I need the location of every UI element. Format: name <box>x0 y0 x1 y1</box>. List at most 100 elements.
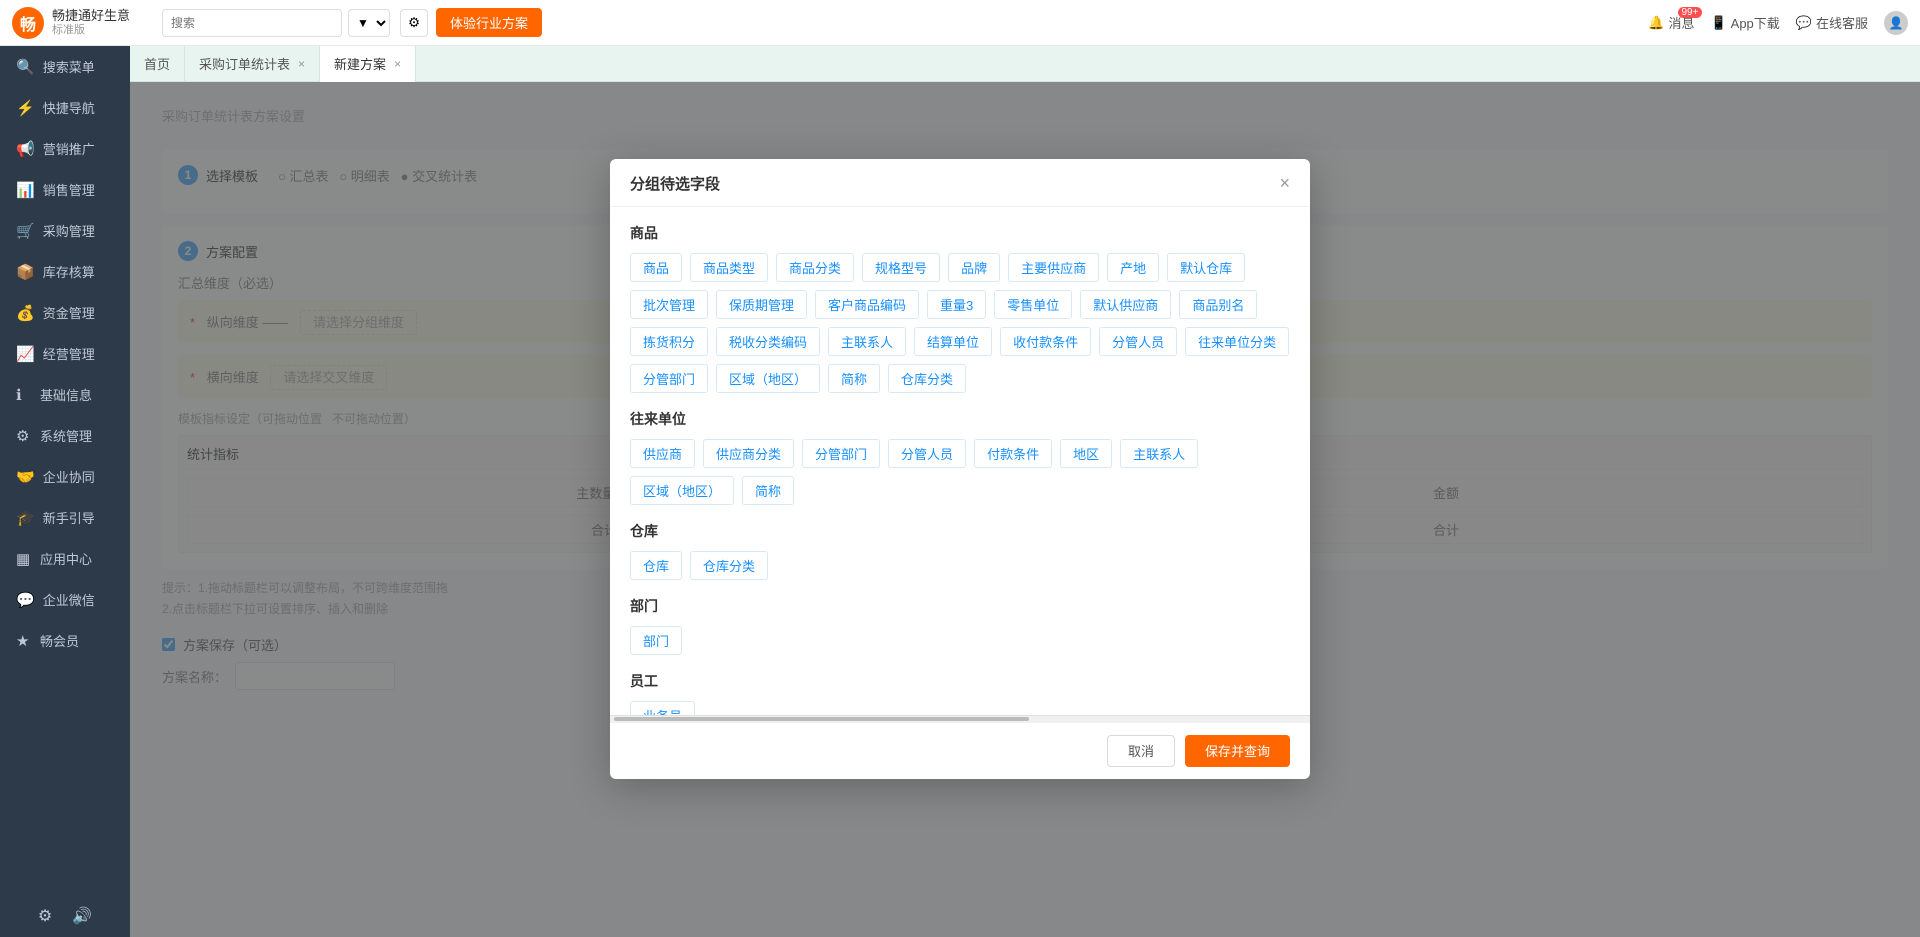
sidebar-item-基础信息[interactable]: ℹ基础信息 <box>0 374 130 415</box>
sidebar-label: 采购管理 <box>43 221 95 240</box>
field-tag-区域（地区）[interactable]: 区域（地区） <box>630 476 734 505</box>
sidebar-item-新手引导[interactable]: 🎓新手引导 <box>0 497 130 538</box>
sidebar-item-销售管理[interactable]: 📊销售管理 <box>0 169 130 210</box>
field-tag-主联系人[interactable]: 主联系人 <box>1120 439 1198 468</box>
field-tag-主要供应商[interactable]: 主要供应商 <box>1008 253 1099 282</box>
field-tag-付款条件[interactable]: 付款条件 <box>974 439 1052 468</box>
field-tag-分管人员[interactable]: 分管人员 <box>888 439 966 468</box>
tab-首页[interactable]: 首页 <box>130 46 185 82</box>
field-tags-部门: 部门 <box>630 626 1290 655</box>
field-tag-区域（地区）[interactable]: 区域（地区） <box>716 364 820 393</box>
tab-label: 新建方案 <box>334 54 386 73</box>
field-tag-结算单位[interactable]: 结算单位 <box>914 327 992 356</box>
gear-icon: ⚙ <box>408 15 420 31</box>
sidebar-icon: ⚡ <box>16 99 35 117</box>
field-tag-批次管理[interactable]: 批次管理 <box>630 290 708 319</box>
sidebar-label: 经营管理 <box>43 344 95 363</box>
field-tag-主联系人[interactable]: 主联系人 <box>828 327 906 356</box>
sidebar-item-库存核算[interactable]: 📦库存核算 <box>0 251 130 292</box>
field-tag-品牌[interactable]: 品牌 <box>948 253 1000 282</box>
field-tag-业务员[interactable]: 业务员 <box>630 701 695 716</box>
experience-button[interactable]: 体验行业方案 <box>436 8 542 37</box>
avatar-icon: 👤 <box>1884 11 1908 35</box>
notification-item[interactable]: 🔔 消息 99+ <box>1648 13 1694 32</box>
field-tag-默认供应商[interactable]: 默认供应商 <box>1080 290 1171 319</box>
tab-新建方案[interactable]: 新建方案 × <box>320 46 416 82</box>
sidebar-item-营销推广[interactable]: 📢营销推广 <box>0 128 130 169</box>
sidebar-label: 搜索菜单 <box>43 57 95 76</box>
field-section-仓库: 仓库仓库仓库分类 <box>630 521 1290 580</box>
sidebar-item-资金管理[interactable]: 💰 资金管理 <box>0 292 130 333</box>
field-tag-部门[interactable]: 部门 <box>630 626 682 655</box>
sidebar-item-快捷导航[interactable]: ⚡快捷导航 <box>0 87 130 128</box>
settings-icon[interactable]: ⚙ <box>38 906 52 926</box>
tab-采购订单统计表[interactable]: 采购订单统计表× <box>185 46 320 82</box>
header-search-area: ▼ ⚙ <box>152 9 428 37</box>
sidebar-item-畅会员[interactable]: ★畅会员 <box>0 620 130 661</box>
scroll-x-thumb <box>614 717 1029 721</box>
field-tag-收付款条件[interactable]: 收付款条件 <box>1000 327 1091 356</box>
field-tag-仓库[interactable]: 仓库 <box>630 551 682 580</box>
sidebar-icon: 🛒 <box>16 222 35 240</box>
user-avatar[interactable]: 👤 <box>1884 11 1908 35</box>
field-tag-供应商分类[interactable]: 供应商分类 <box>703 439 794 468</box>
field-tag-零售单位[interactable]: 零售单位 <box>994 290 1072 319</box>
notification-icon: 🔔 <box>1648 15 1664 31</box>
field-tag-商品[interactable]: 商品 <box>630 253 682 282</box>
field-tag-分管部门[interactable]: 分管部门 <box>802 439 880 468</box>
tab-close-icon[interactable]: × <box>298 57 305 71</box>
sidebar-item-系统管理[interactable]: ⚙系统管理 <box>0 415 130 456</box>
field-tag-地区[interactable]: 地区 <box>1060 439 1112 468</box>
sidebar-icon: 📢 <box>16 140 35 158</box>
field-tag-往来单位分类[interactable]: 往来单位分类 <box>1185 327 1289 356</box>
sidebar-item-搜索菜单[interactable]: 🔍搜索菜单 <box>0 46 130 87</box>
field-tag-仓库分类[interactable]: 仓库分类 <box>690 551 768 580</box>
field-tag-商品类型[interactable]: 商品类型 <box>690 253 768 282</box>
sidebar-label: 企业微信 <box>43 590 95 609</box>
field-tag-拣货积分[interactable]: 拣货积分 <box>630 327 708 356</box>
sidebar-icon: 🤝 <box>16 468 35 486</box>
tab-close-icon[interactable]: × <box>394 57 401 71</box>
sidebar-item-企业微信[interactable]: 💬 企业微信 <box>0 579 130 620</box>
field-tag-分管部门[interactable]: 分管部门 <box>630 364 708 393</box>
modal-body[interactable]: 商品商品商品类型商品分类规格型号品牌主要供应商产地默认仓库批次管理保质期管理客户… <box>610 207 1310 716</box>
field-tag-客户商品编码[interactable]: 客户商品编码 <box>815 290 919 319</box>
field-tag-简称[interactable]: 简称 <box>828 364 880 393</box>
field-tag-产地[interactable]: 产地 <box>1107 253 1159 282</box>
header-search-input[interactable] <box>162 9 342 37</box>
gear-button[interactable]: ⚙ <box>400 9 428 37</box>
app-download-icon: 📱 <box>1710 15 1726 31</box>
sidebar-icon: 💬 <box>16 591 35 609</box>
online-service-item[interactable]: 💬 在线客服 <box>1796 13 1868 32</box>
sidebar-label: 新手引导 <box>43 508 95 527</box>
sidebar-label: 资金管理 <box>43 303 95 322</box>
sidebar-item-应用中心[interactable]: ▦应用中心 <box>0 538 130 579</box>
field-tag-商品分类[interactable]: 商品分类 <box>776 253 854 282</box>
field-tag-仓库分类[interactable]: 仓库分类 <box>888 364 966 393</box>
field-tag-规格型号[interactable]: 规格型号 <box>862 253 940 282</box>
sidebar-icon: 💰 <box>16 304 35 322</box>
field-tag-重量3[interactable]: 重量3 <box>927 290 986 319</box>
cancel-button[interactable]: 取消 <box>1107 735 1175 767</box>
field-tags-员工: 业务员 <box>630 701 1290 716</box>
section-title: 商品 <box>630 223 1290 243</box>
sidebar-item-企业协同[interactable]: 🤝企业协同 <box>0 456 130 497</box>
field-tag-供应商[interactable]: 供应商 <box>630 439 695 468</box>
field-tag-简称[interactable]: 简称 <box>742 476 794 505</box>
audio-icon[interactable]: 🔊 <box>72 906 92 926</box>
notification-badge: 99+ <box>1678 7 1703 18</box>
save-query-button[interactable]: 保存并查询 <box>1185 735 1290 767</box>
field-tag-商品别名[interactable]: 商品别名 <box>1179 290 1257 319</box>
field-tag-保质期管理[interactable]: 保质期管理 <box>716 290 807 319</box>
sidebar-label: 销售管理 <box>43 180 95 199</box>
app-download-item[interactable]: 📱 App下载 <box>1710 13 1779 32</box>
field-tag-分管人员[interactable]: 分管人员 <box>1099 327 1177 356</box>
modal-close-button[interactable]: × <box>1279 173 1290 194</box>
header-select[interactable]: ▼ <box>348 9 390 37</box>
field-section-商品: 商品商品商品类型商品分类规格型号品牌主要供应商产地默认仓库批次管理保质期管理客户… <box>630 223 1290 393</box>
sidebar-item-经营管理[interactable]: 📈经营管理 <box>0 333 130 374</box>
field-tag-默认仓库[interactable]: 默认仓库 <box>1167 253 1245 282</box>
sidebar-item-采购管理[interactable]: 🛒 采购管理 <box>0 210 130 251</box>
logo-text: 畅捷通好生意 标准版 <box>52 8 130 37</box>
field-tag-税收分类编码[interactable]: 税收分类编码 <box>716 327 820 356</box>
